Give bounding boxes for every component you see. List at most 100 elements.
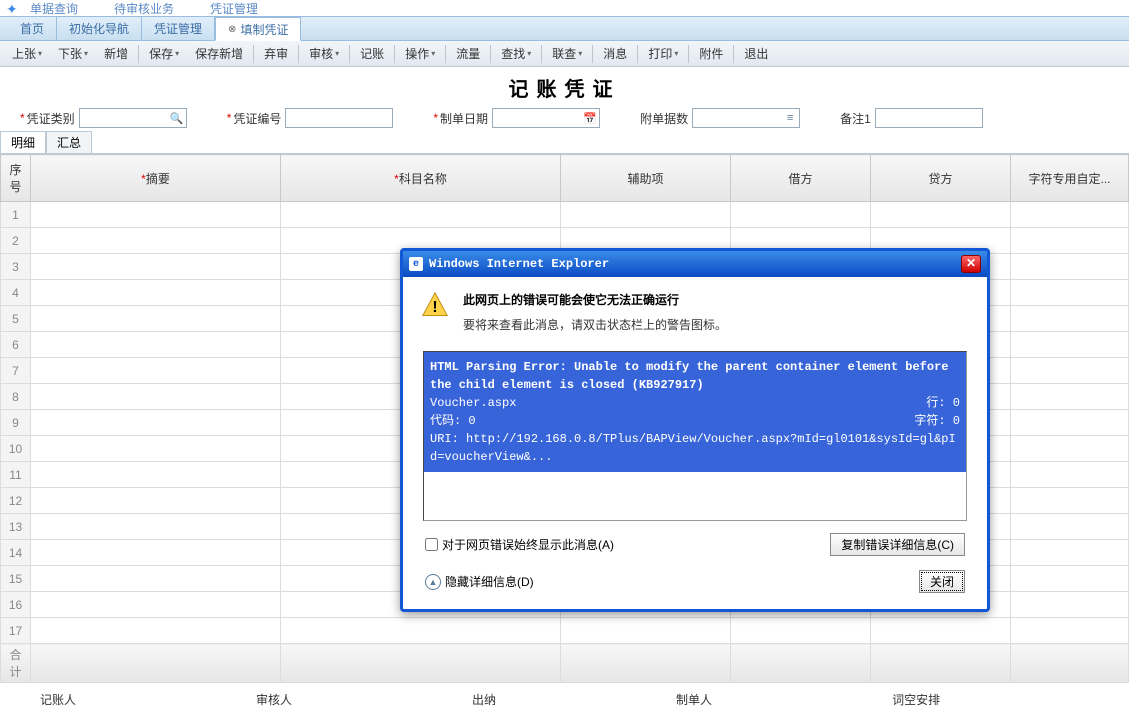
toolbar-操作[interactable]: 操作▾ (399, 43, 441, 64)
row-number: 11 (1, 462, 31, 488)
copy-error-button[interactable]: 复制错误详细信息(C) (830, 533, 965, 556)
row-number: 6 (1, 332, 31, 358)
remark1-input[interactable] (875, 108, 983, 128)
footer-label: 出纳 (472, 691, 496, 708)
col-custom: 字符专用自定... (1011, 155, 1129, 202)
tab-voucher-fill[interactable]: ⊗ 填制凭证 (215, 17, 301, 41)
top-menu-item[interactable]: 待审核业务 (114, 0, 174, 17)
search-icon[interactable]: 🔍 (170, 111, 184, 125)
error-detail-box[interactable]: HTML Parsing Error: Unable to modify the… (423, 351, 967, 521)
top-menu-item[interactable]: 凭证管理 (210, 0, 258, 17)
toolbar-下张[interactable]: 下张▾ (52, 43, 94, 64)
toolbar-separator (138, 45, 139, 63)
toolbar-separator (490, 45, 491, 63)
calendar-icon[interactable]: 📅 (583, 111, 597, 125)
tab-label: 填制凭证 (240, 21, 288, 38)
footer-label: 审核人 (256, 691, 292, 708)
row-number: 16 (1, 592, 31, 618)
row-number: 17 (1, 618, 31, 644)
hide-details-button[interactable]: ▲ 隐藏详细信息(D) (425, 573, 534, 590)
toolbar-separator (688, 45, 689, 63)
col-rownum: 序号 (1, 155, 31, 202)
row-number: 3 (1, 254, 31, 280)
toolbar-separator (445, 45, 446, 63)
toolbar-联查[interactable]: 联查▾ (546, 43, 588, 64)
tab-init-nav[interactable]: 初始化导航 (57, 17, 142, 40)
toolbar-separator (253, 45, 254, 63)
checkbox-input[interactable] (425, 538, 438, 551)
toolbar-保存新增[interactable]: 保存新增 (189, 43, 249, 64)
tab-label: 首页 (20, 20, 44, 37)
footer-label: 词空安排 (892, 691, 940, 708)
row-number: 10 (1, 436, 31, 462)
chevron-up-icon: ▲ (425, 574, 441, 590)
subtab-detail[interactable]: 明细 (0, 131, 46, 153)
svg-text:!: ! (432, 299, 437, 316)
toolbar-退出[interactable]: 退出 (738, 43, 774, 64)
col-summary: *摘要 (31, 155, 281, 202)
row-number: 7 (1, 358, 31, 384)
close-icon: ✕ (966, 258, 976, 270)
toolbar-新增[interactable]: 新增 (98, 43, 134, 64)
toolbar-separator (733, 45, 734, 63)
toolbar-上张[interactable]: 上张▾ (6, 43, 48, 64)
toolbar-保存[interactable]: 保存▾ (143, 43, 185, 64)
col-credit: 贷方 (871, 155, 1011, 202)
row-number: 12 (1, 488, 31, 514)
toolbar-查找[interactable]: 查找▾ (495, 43, 537, 64)
row-number: 9 (1, 410, 31, 436)
toolbar-separator (349, 45, 350, 63)
table-row[interactable]: 1 (1, 202, 1129, 228)
toolbar-separator (541, 45, 542, 63)
close-button[interactable]: 关闭 (919, 570, 965, 593)
filter-label: 附单据数 (640, 110, 688, 127)
col-aux: 辅助项 (561, 155, 731, 202)
row-number: 15 (1, 566, 31, 592)
dialog-message-sub: 要将来查看此消息，请双击状态栏上的警告图标。 (463, 316, 727, 333)
toolbar-弃审[interactable]: 弃审 (258, 43, 294, 64)
checkbox-label: 对于网页错误始终显示此消息(A) (442, 536, 614, 553)
tab-bar: 首页 初始化导航 凭证管理 ⊗ 填制凭证 (0, 16, 1129, 41)
table-row[interactable]: 17 (1, 618, 1129, 644)
col-subject: *科目名称 (281, 155, 561, 202)
toolbar-附件[interactable]: 附件 (693, 43, 729, 64)
error-main: HTML Parsing Error: Unable to modify the… (430, 358, 960, 394)
row-number: 8 (1, 384, 31, 410)
total-row: 合计 (1, 644, 1129, 683)
filter-label: 凭证编号 (233, 110, 281, 127)
filter-label: 备注1 (840, 110, 871, 127)
toolbar-消息[interactable]: 消息 (597, 43, 633, 64)
row-number: 1 (1, 202, 31, 228)
toolbar-separator (592, 45, 593, 63)
app-icon: ✦ (6, 1, 18, 18)
tab-label: 凭证管理 (154, 20, 202, 37)
toolbar-separator (298, 45, 299, 63)
page-title: 记账凭证 (0, 67, 1129, 104)
dialog-titlebar[interactable]: e Windows Internet Explorer ✕ (403, 251, 987, 277)
toolbar-打印[interactable]: 打印▾ (642, 43, 684, 64)
subtab-bar: 明细 汇总 (0, 132, 1129, 154)
footer-label: 记账人 (40, 691, 76, 708)
bottom-labels: 记账人审核人出纳制单人词空安排 (0, 683, 1129, 716)
subtab-summary[interactable]: 汇总 (46, 131, 92, 153)
total-label: 合计 (1, 644, 31, 683)
row-number: 14 (1, 540, 31, 566)
stepper-icon[interactable]: ≡ (783, 111, 797, 125)
voucher-no-input[interactable] (285, 108, 393, 128)
warning-icon: ! (421, 291, 449, 319)
ie-error-dialog: e Windows Internet Explorer ✕ ! 此网页上的错误可… (400, 248, 990, 612)
top-menu-item[interactable]: 单据查询 (30, 0, 78, 17)
tab-home[interactable]: 首页 (8, 17, 57, 40)
toolbar-separator (637, 45, 638, 63)
dialog-message-main: 此网页上的错误可能会使它无法正确运行 (463, 291, 727, 308)
row-number: 13 (1, 514, 31, 540)
toolbar-记账[interactable]: 记账 (354, 43, 390, 64)
ie-icon: e (409, 257, 423, 271)
always-show-checkbox[interactable]: 对于网页错误始终显示此消息(A) (425, 536, 614, 553)
tab-voucher-mgmt[interactable]: 凭证管理 (142, 17, 215, 40)
close-icon[interactable]: ⊗ (228, 24, 236, 35)
toolbar-审核[interactable]: 审核▾ (303, 43, 345, 64)
toolbar-流量[interactable]: 流量 (450, 43, 486, 64)
top-menu: ✦ 单据查询 待审核业务 凭证管理 (0, 0, 1129, 16)
dialog-close-button[interactable]: ✕ (961, 255, 981, 273)
